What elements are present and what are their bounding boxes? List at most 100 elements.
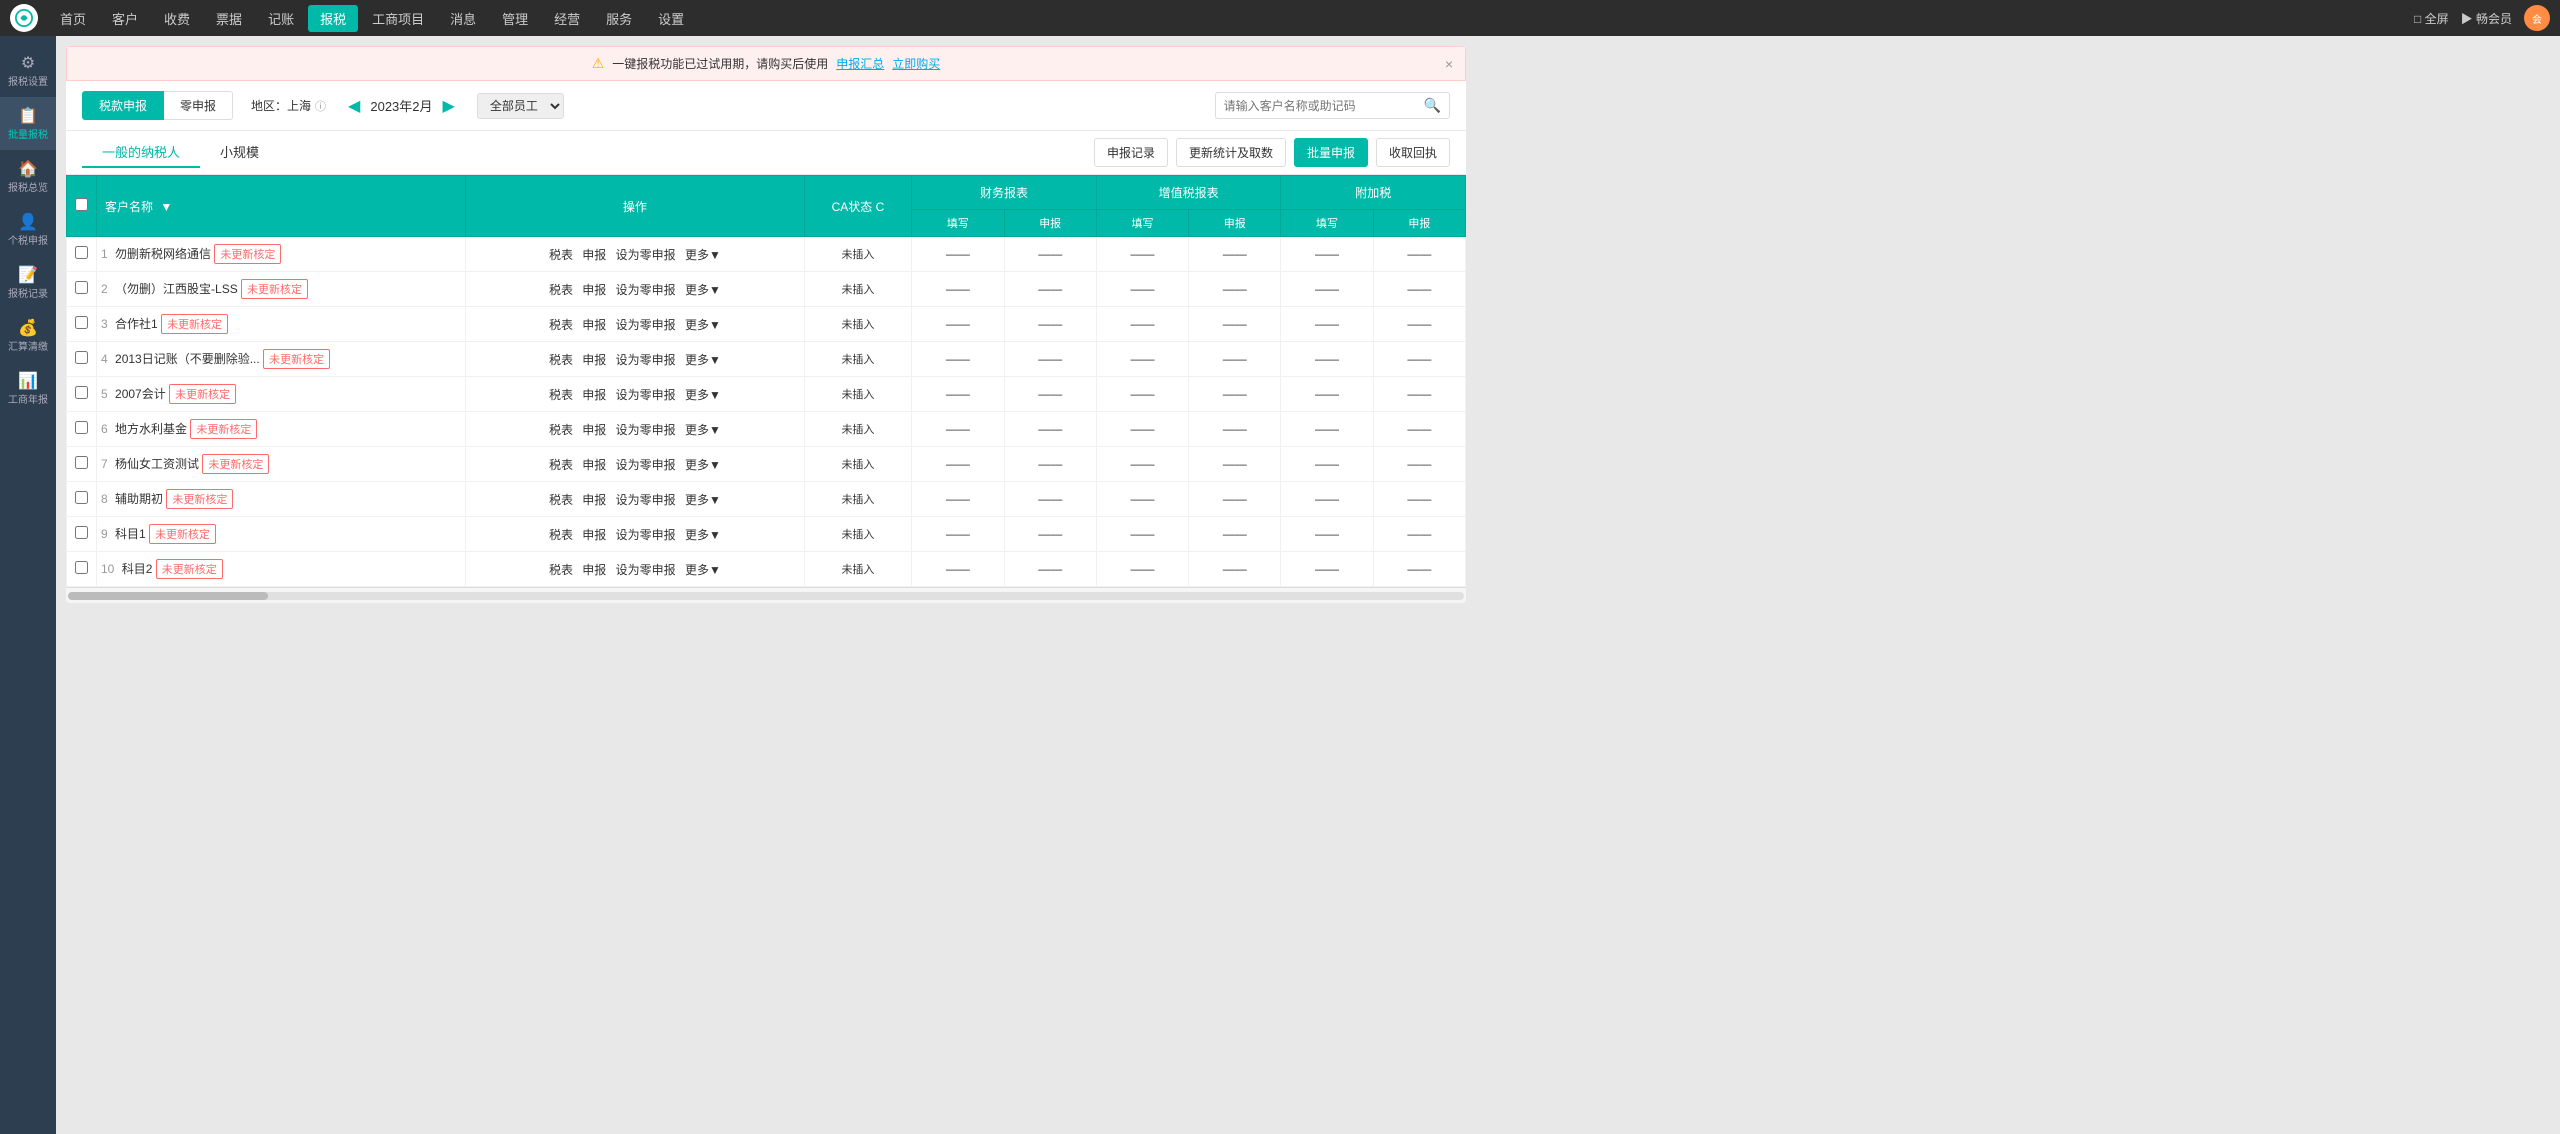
row-checkbox[interactable] — [75, 526, 88, 539]
op-declare[interactable]: 申报 — [582, 458, 606, 472]
nav-service[interactable]: 服务 — [594, 5, 644, 32]
finance-fill-cell: —— — [912, 412, 1004, 447]
op-more[interactable]: 更多▼ — [685, 423, 721, 437]
row-checkbox[interactable] — [75, 246, 88, 259]
row-checkbox[interactable] — [75, 351, 88, 364]
op-more[interactable]: 更多▼ — [685, 563, 721, 577]
nav-customer[interactable]: 客户 — [100, 5, 150, 32]
op-zero-declare[interactable]: 设为零申报 — [616, 318, 676, 332]
op-declare[interactable]: 申报 — [582, 563, 606, 577]
select-all-checkbox[interactable] — [75, 198, 88, 211]
finance-fill-cell: —— — [912, 342, 1004, 377]
nav-invoice[interactable]: 票据 — [204, 5, 254, 32]
nav-business[interactable]: 工商项目 — [360, 5, 436, 32]
search-button[interactable]: 🔍 — [1416, 93, 1449, 118]
scroll-thumb[interactable] — [68, 592, 268, 600]
sidebar-item-settlement[interactable]: 💰 汇算清缴 — [0, 309, 56, 362]
op-more[interactable]: 更多▼ — [685, 458, 721, 472]
staff-dropdown[interactable]: 全部员工 — [477, 93, 564, 119]
sub-tab-general[interactable]: 一般的纳税人 — [82, 137, 200, 168]
search-input[interactable] — [1216, 95, 1416, 117]
row-checkbox[interactable] — [75, 281, 88, 294]
op-more[interactable]: 更多▼ — [685, 353, 721, 367]
op-zero-declare[interactable]: 设为零申报 — [616, 248, 676, 262]
tab-tax-declare[interactable]: 税款申报 — [82, 91, 164, 120]
sidebar-item-personal-tax[interactable]: 👤 个税申报 — [0, 203, 56, 256]
info-icon[interactable]: ⓘ — [315, 98, 326, 114]
nav-home[interactable]: 首页 — [48, 5, 98, 32]
update-stats-button[interactable]: 更新统计及取数 — [1176, 138, 1286, 167]
op-declare[interactable]: 申报 — [582, 528, 606, 542]
customer-name: 勿删新税网络通信 — [115, 247, 211, 261]
sidebar-item-annual-report[interactable]: 📊 工商年报 — [0, 362, 56, 415]
op-tax-form[interactable]: 税表 — [549, 458, 573, 472]
avatar[interactable]: 会 — [2524, 5, 2550, 31]
op-more[interactable]: 更多▼ — [685, 283, 721, 297]
nav-message[interactable]: 消息 — [438, 5, 488, 32]
op-tax-form[interactable]: 税表 — [549, 283, 573, 297]
op-more[interactable]: 更多▼ — [685, 388, 721, 402]
close-banner-button[interactable]: × — [1445, 56, 1453, 72]
declaration-summary-link[interactable]: 申报汇总 — [836, 55, 884, 72]
status-badge: 未更新核定 — [214, 244, 281, 264]
tab-group-declare-type: 税款申报 零申报 — [82, 91, 233, 120]
nav-operation[interactable]: 经营 — [542, 5, 592, 32]
fullscreen-btn[interactable]: □ 全屏 — [2414, 10, 2449, 27]
op-tax-form[interactable]: 税表 — [549, 248, 573, 262]
op-tax-form[interactable]: 税表 — [549, 528, 573, 542]
declaration-records-button[interactable]: 申报记录 — [1094, 138, 1168, 167]
nav-manage[interactable]: 管理 — [490, 5, 540, 32]
op-declare[interactable]: 申报 — [582, 318, 606, 332]
op-declare[interactable]: 申报 — [582, 423, 606, 437]
op-zero-declare[interactable]: 设为零申报 — [616, 353, 676, 367]
op-zero-declare[interactable]: 设为零申报 — [616, 388, 676, 402]
sidebar-item-tax-overview[interactable]: 🏠 报税总览 — [0, 150, 56, 203]
op-declare[interactable]: 申报 — [582, 388, 606, 402]
op-tax-form[interactable]: 税表 — [549, 318, 573, 332]
op-zero-declare[interactable]: 设为零申报 — [616, 458, 676, 472]
row-checkbox[interactable] — [75, 421, 88, 434]
op-zero-declare[interactable]: 设为零申报 — [616, 563, 676, 577]
op-tax-form[interactable]: 税表 — [549, 423, 573, 437]
row-checkbox[interactable] — [75, 316, 88, 329]
row-checkbox[interactable] — [75, 386, 88, 399]
col-header-name-sort[interactable]: ▼ — [160, 200, 172, 214]
op-more[interactable]: 更多▼ — [685, 318, 721, 332]
op-tax-form[interactable]: 税表 — [549, 563, 573, 577]
tab-zero-declare[interactable]: 零申报 — [164, 91, 233, 120]
row-checkbox[interactable] — [75, 561, 88, 574]
operation-cell: 税表 申报 设为零申报 更多▼ — [466, 482, 804, 517]
op-zero-declare[interactable]: 设为零申报 — [616, 493, 676, 507]
op-more[interactable]: 更多▼ — [685, 248, 721, 262]
next-month-button[interactable]: ▶ — [439, 94, 459, 118]
withdraw-button[interactable]: 收取回执 — [1376, 138, 1450, 167]
op-declare[interactable]: 申报 — [582, 353, 606, 367]
op-tax-form[interactable]: 税表 — [549, 493, 573, 507]
op-more[interactable]: 更多▼ — [685, 528, 721, 542]
op-tax-form[interactable]: 税表 — [549, 388, 573, 402]
finance-fill-cell: —— — [912, 307, 1004, 342]
nav-tax[interactable]: 报税 — [308, 5, 358, 32]
prev-month-button[interactable]: ◀ — [344, 94, 364, 118]
op-declare[interactable]: 申报 — [582, 248, 606, 262]
nav-settings[interactable]: 设置 — [646, 5, 696, 32]
sub-tab-small-scale[interactable]: 小规模 — [200, 137, 279, 168]
op-zero-declare[interactable]: 设为零申报 — [616, 423, 676, 437]
nav-billing[interactable]: 收费 — [152, 5, 202, 32]
buy-now-link[interactable]: 立即购买 — [892, 55, 940, 72]
sidebar-item-tax-records[interactable]: 📝 报税记录 — [0, 256, 56, 309]
op-declare[interactable]: 申报 — [582, 283, 606, 297]
batch-declare-button[interactable]: 批量申报 — [1294, 138, 1368, 167]
sidebar-item-tax-settings[interactable]: ⚙ 报税设置 — [0, 44, 56, 97]
op-tax-form[interactable]: 税表 — [549, 353, 573, 367]
sidebar-item-batch-tax[interactable]: 📋 批量报税 — [0, 97, 56, 150]
op-zero-declare[interactable]: 设为零申报 — [616, 528, 676, 542]
row-checkbox[interactable] — [75, 491, 88, 504]
scroll-track[interactable] — [68, 592, 1464, 600]
op-declare[interactable]: 申报 — [582, 493, 606, 507]
member-btn[interactable]: ▶ 畅会员 — [2461, 10, 2512, 27]
nav-bookkeeping[interactable]: 记账 — [256, 5, 306, 32]
op-more[interactable]: 更多▼ — [685, 493, 721, 507]
row-checkbox[interactable] — [75, 456, 88, 469]
op-zero-declare[interactable]: 设为零申报 — [616, 283, 676, 297]
